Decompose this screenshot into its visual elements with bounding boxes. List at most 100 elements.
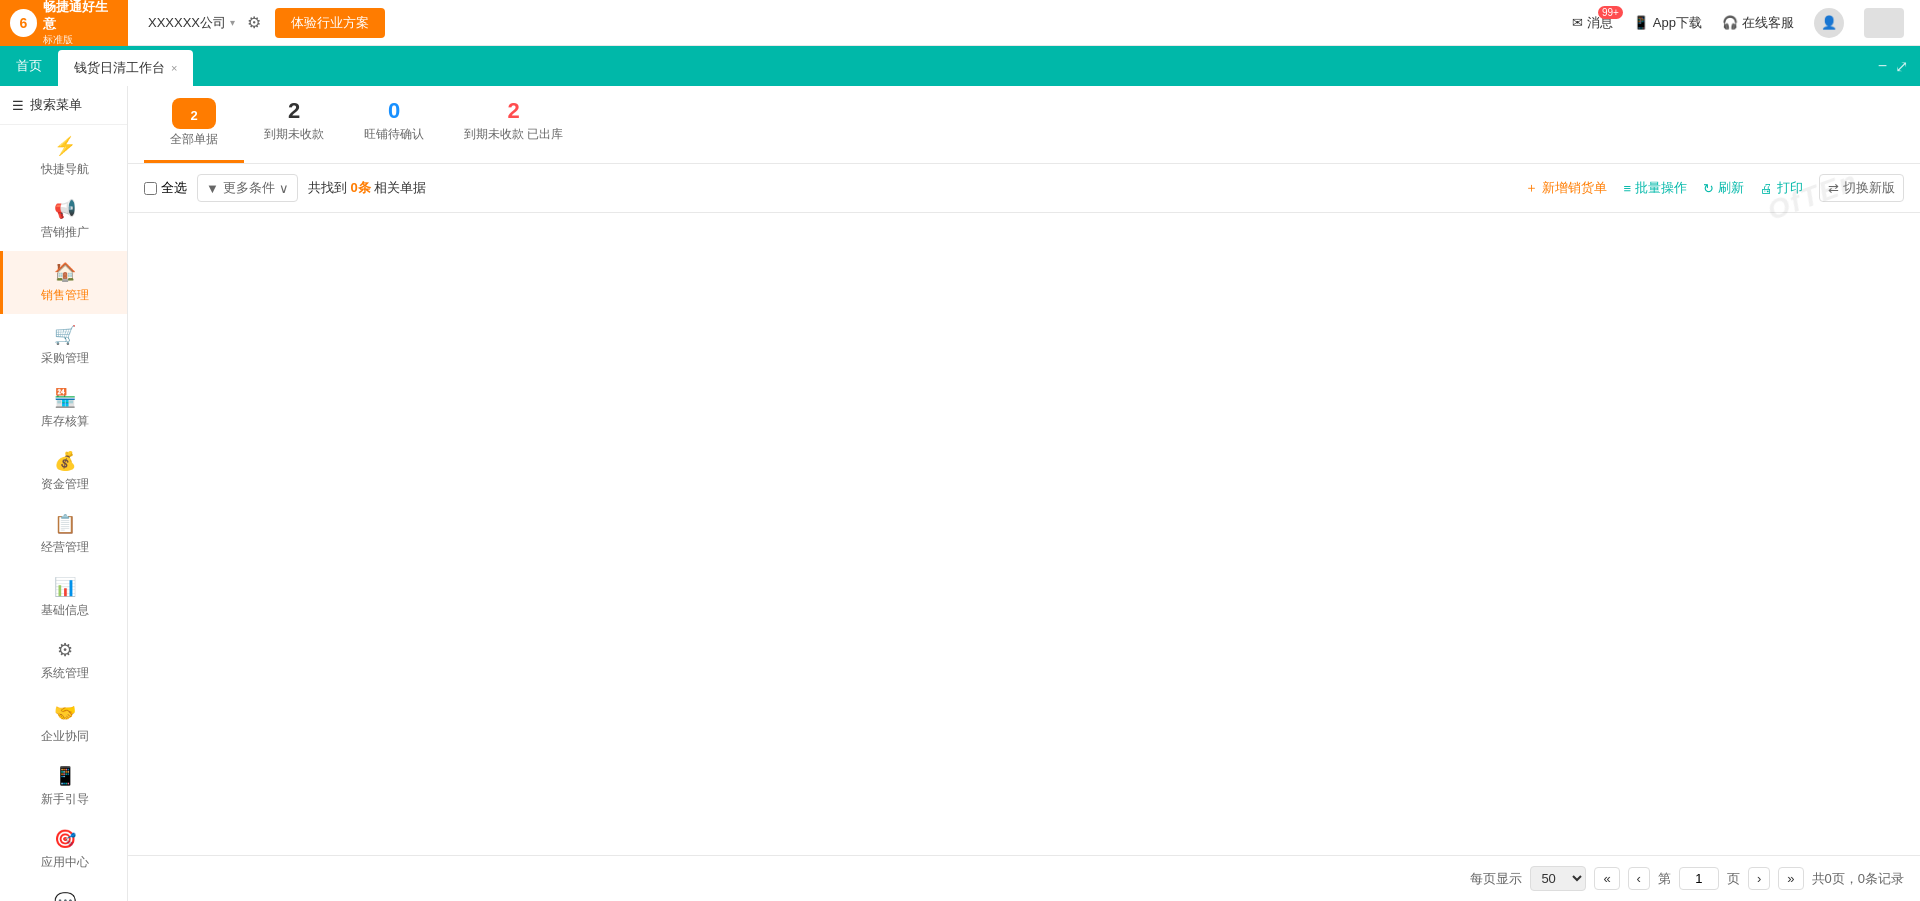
sidebar-item-inventory[interactable]: 🏪 库存核算 bbox=[0, 377, 127, 440]
avatar[interactable]: 👤 bbox=[1814, 8, 1844, 38]
guide-icon: 📱 bbox=[54, 765, 76, 787]
page-number-input[interactable] bbox=[1679, 867, 1719, 890]
pagination: 每页显示 50 100 200 « ‹ 第 页 › » 共0页，0条记录 bbox=[128, 855, 1920, 901]
sidebar-item-operations[interactable]: 📋 经营管理 bbox=[0, 503, 127, 566]
app-download-button[interactable]: 📱 App下载 bbox=[1633, 14, 1702, 32]
filter-button[interactable]: ▼ 更多条件 ∨ bbox=[197, 174, 298, 202]
toolbar-left: 全选 ▼ 更多条件 ∨ 共找到 0条 相关单据 bbox=[144, 174, 426, 202]
search-menu-item[interactable]: ☰ 搜索菜单 bbox=[0, 86, 127, 125]
next-page-button[interactable]: › bbox=[1748, 867, 1770, 890]
finance-icon: 💰 bbox=[54, 450, 76, 472]
stat-tab-shipped[interactable]: 2 到期未收款 已出库 bbox=[444, 86, 583, 163]
refresh-label: 刷新 bbox=[1718, 179, 1744, 197]
sidebar-item-quick-nav[interactable]: ⚡ 快捷导航 bbox=[0, 125, 127, 188]
print-button[interactable]: 🖨 打印 bbox=[1760, 179, 1803, 197]
enterprise-label: 企业协同 bbox=[41, 728, 89, 745]
message-icon: ✉ bbox=[1572, 15, 1583, 30]
system-icon: ⚙ bbox=[57, 639, 73, 661]
sidebar-item-sales[interactable]: 🏠 销售管理 bbox=[0, 251, 127, 314]
filter-arrow-icon: ∨ bbox=[279, 181, 289, 196]
marketing-label: 营销推广 bbox=[41, 224, 89, 241]
toolbar: 全选 ▼ 更多条件 ∨ 共找到 0条 相关单据 ＋ 新增销货单 ≡ bbox=[128, 164, 1920, 213]
sidebar: ☰ 搜索菜单 ⚡ 快捷导航 📢 营销推广 🏠 销售管理 🛒 采购管理 🏪 库存核… bbox=[0, 86, 128, 901]
tab-active[interactable]: 钱货日清工作台 × bbox=[58, 50, 193, 86]
select-all-checkbox[interactable]: 全选 bbox=[144, 179, 187, 197]
refresh-button[interactable]: ↻ 刷新 bbox=[1703, 179, 1744, 197]
print-label: 打印 bbox=[1777, 179, 1803, 197]
app-download-label: App下载 bbox=[1653, 14, 1702, 32]
select-all-input[interactable] bbox=[144, 182, 157, 195]
stat-num-overdue: 2 bbox=[288, 98, 300, 124]
user-profile-area[interactable] bbox=[1864, 8, 1904, 38]
new-sales-order-button[interactable]: ＋ 新增销货单 bbox=[1525, 179, 1607, 197]
avatar-icon: 👤 bbox=[1821, 15, 1837, 30]
sales-label: 销售管理 bbox=[41, 287, 89, 304]
sidebar-item-marketing[interactable]: 📢 营销推广 bbox=[0, 188, 127, 251]
logo-area: 6 畅捷通好生意 标准版 bbox=[0, 0, 128, 46]
stat-label-shipped: 到期未收款 已出库 bbox=[464, 126, 563, 143]
service-icon: 🎧 bbox=[1722, 15, 1738, 30]
settings-icon[interactable]: ⚙ bbox=[247, 13, 261, 32]
tab-minimize-btn[interactable]: − bbox=[1878, 57, 1887, 75]
online-service-label: 在线客服 bbox=[1742, 14, 1794, 32]
print-icon: 🖨 bbox=[1760, 181, 1773, 196]
sidebar-item-purchase[interactable]: 🛒 采购管理 bbox=[0, 314, 127, 377]
stat-num-shipped: 2 bbox=[508, 98, 520, 124]
online-service-button[interactable]: 🎧 在线客服 bbox=[1722, 14, 1794, 32]
last-page-button[interactable]: » bbox=[1778, 867, 1803, 890]
trial-button[interactable]: 体验行业方案 bbox=[275, 8, 385, 38]
sidebar-item-guide[interactable]: 📱 新手引导 bbox=[0, 755, 127, 818]
found-count: 0条 bbox=[351, 180, 371, 195]
main-layout: ☰ 搜索菜单 ⚡ 快捷导航 📢 营销推广 🏠 销售管理 🛒 采购管理 🏪 库存核… bbox=[0, 86, 1920, 901]
switch-label: 切换新版 bbox=[1843, 179, 1895, 197]
filter-label: 更多条件 bbox=[223, 179, 275, 197]
stat-tab-all[interactable]: 2 全部单据 bbox=[144, 86, 244, 163]
found-text: 共找到 0条 相关单据 bbox=[308, 179, 426, 197]
sales-icon: 🏠 bbox=[54, 261, 76, 283]
stats-tabs: 2 全部单据 2 到期未收款 0 旺铺待确认 2 到期未收款 已出库 bbox=[128, 86, 1920, 164]
tab-expand-btn[interactable]: ⤢ bbox=[1895, 57, 1908, 76]
purchase-label: 采购管理 bbox=[41, 350, 89, 367]
app-center-icon: 🎯 bbox=[54, 828, 76, 850]
sidebar-item-app-center[interactable]: 🎯 应用中心 bbox=[0, 818, 127, 881]
tab-bar-actions: − ⤢ bbox=[1878, 57, 1920, 76]
brand-name: 畅捷通好生意 bbox=[43, 0, 118, 33]
sidebar-item-basic-info[interactable]: 📊 基础信息 bbox=[0, 566, 127, 629]
sidebar-item-wechat[interactable]: 💬 企业微信 bbox=[0, 881, 127, 901]
stat-label-all: 全部单据 bbox=[170, 131, 218, 148]
marketing-icon: 📢 bbox=[54, 198, 76, 220]
stat-tab-pending[interactable]: 0 旺铺待确认 bbox=[344, 86, 444, 163]
wechat-icon: 💬 bbox=[54, 891, 76, 901]
company-selector[interactable]: XXXXXX公司 ▾ bbox=[148, 14, 235, 32]
tab-close-icon[interactable]: × bbox=[171, 62, 177, 74]
stat-label-pending: 旺铺待确认 bbox=[364, 126, 424, 143]
switch-version-button[interactable]: ⇄ 切换新版 bbox=[1819, 174, 1904, 202]
per-page-label: 每页显示 bbox=[1470, 870, 1522, 888]
sidebar-item-enterprise[interactable]: 🤝 企业协同 bbox=[0, 692, 127, 755]
batch-operation-button[interactable]: ≡ 批量操作 bbox=[1623, 179, 1687, 197]
version-label: 标准版 bbox=[43, 33, 118, 46]
switch-icon: ⇄ bbox=[1828, 181, 1839, 196]
system-label: 系统管理 bbox=[41, 665, 89, 682]
sidebar-item-system[interactable]: ⚙ 系统管理 bbox=[0, 629, 127, 692]
message-button[interactable]: ✉ 消息 99+ bbox=[1572, 14, 1613, 32]
stat-tab-overdue[interactable]: 2 到期未收款 bbox=[244, 86, 344, 163]
search-menu-label: 搜索菜单 bbox=[30, 96, 82, 114]
toolbar-right: ＋ 新增销货单 ≡ 批量操作 ↻ 刷新 🖨 打印 ⇄ 切换新版 bbox=[1525, 174, 1904, 202]
company-arrow-icon: ▾ bbox=[230, 17, 235, 28]
finance-label: 资金管理 bbox=[41, 476, 89, 493]
prev-page-button[interactable]: ‹ bbox=[1628, 867, 1650, 890]
table-area bbox=[128, 213, 1920, 855]
inventory-label: 库存核算 bbox=[41, 413, 89, 430]
per-page-select[interactable]: 50 100 200 bbox=[1530, 866, 1586, 891]
basic-info-icon: 📊 bbox=[54, 576, 76, 598]
operations-icon: 📋 bbox=[54, 513, 76, 535]
first-page-button[interactable]: « bbox=[1594, 867, 1619, 890]
tab-home[interactable]: 首页 bbox=[0, 46, 58, 86]
stat-num-all: 2 bbox=[172, 98, 215, 129]
operations-label: 经营管理 bbox=[41, 539, 89, 556]
sidebar-item-finance[interactable]: 💰 资金管理 bbox=[0, 440, 127, 503]
enterprise-icon: 🤝 bbox=[54, 702, 76, 724]
batch-icon: ≡ bbox=[1623, 181, 1631, 196]
new-label: 新增销货单 bbox=[1542, 179, 1607, 197]
